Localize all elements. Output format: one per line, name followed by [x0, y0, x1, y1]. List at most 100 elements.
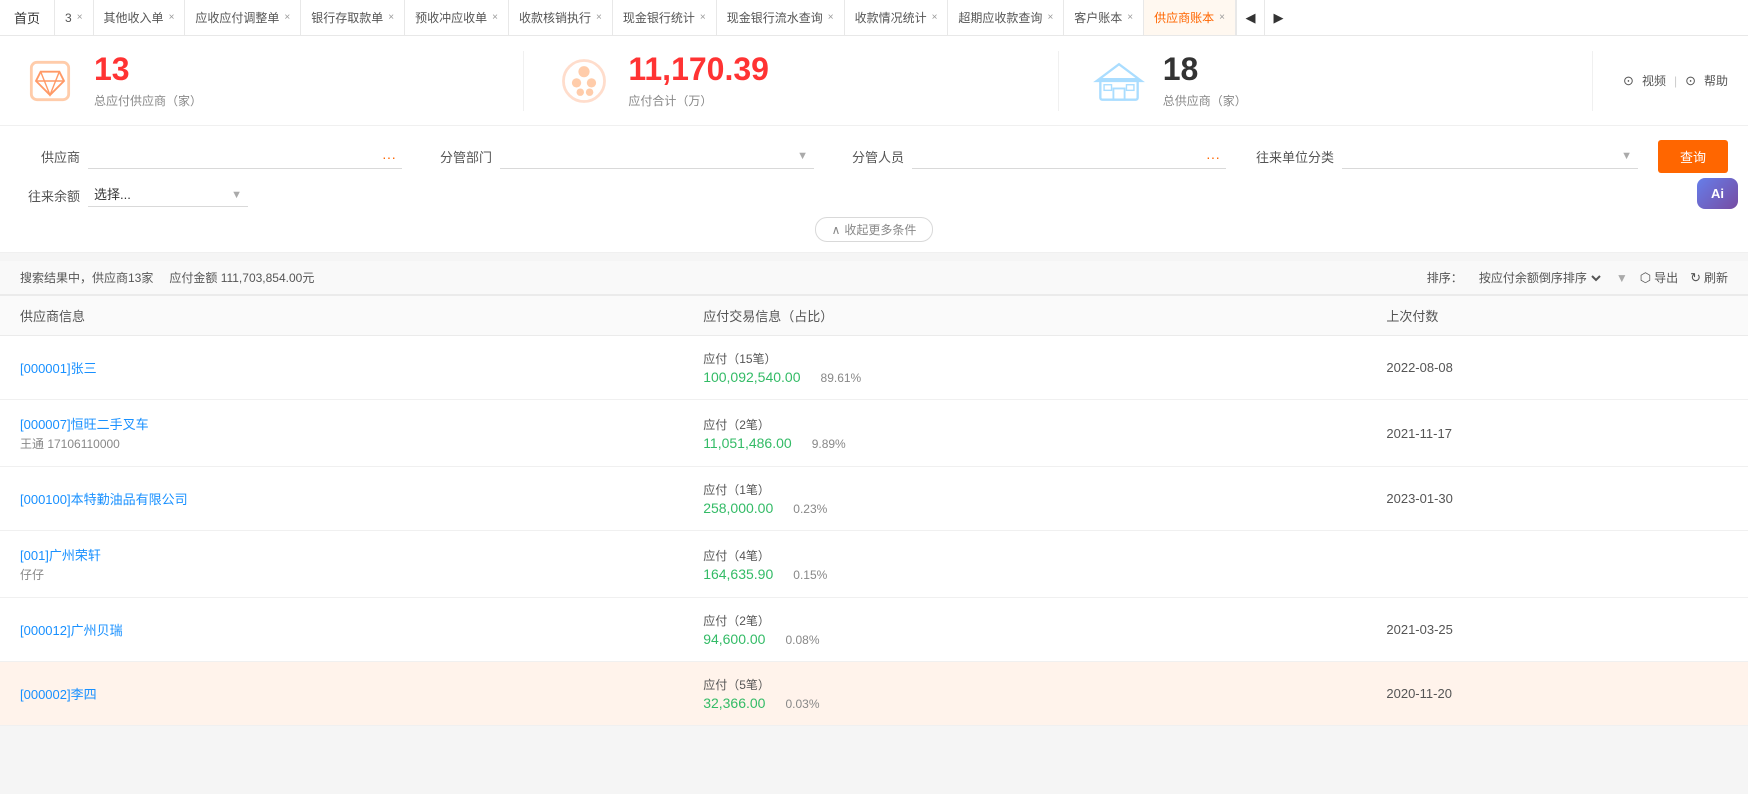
close-tab-0-icon[interactable]: × [77, 12, 83, 23]
help-link[interactable]: 帮助 [1704, 72, 1728, 89]
filter-row-2: 往来余额 选择... ▼ [20, 183, 1728, 207]
nav-tab-3[interactable]: 3 × [55, 0, 94, 35]
th-payable: 应付交易信息（占比） [703, 306, 1386, 325]
filter-row-1: 供应商 ··· 分管部门 ▼ 分管人员 [20, 140, 1728, 173]
payable-amount-0: 100,092,540.00 [703, 369, 800, 385]
supplier-link-1[interactable]: [000007]恒旺二手叉车 [20, 414, 703, 433]
category-select[interactable] [1342, 145, 1638, 168]
circle-question-icon: ⊙ [1685, 73, 1696, 89]
close-tab-6-icon[interactable]: × [700, 12, 706, 23]
payable-pct-4: 0.08% [785, 633, 819, 647]
close-tab-11-icon[interactable]: × [1219, 12, 1225, 23]
payable-count-1: 应付（2笔） [703, 416, 1386, 433]
ai-button[interactable]: Ai [1697, 178, 1738, 209]
chevron-sort-icon: ▼ [1616, 271, 1628, 285]
payable-pct-1: 9.89% [812, 437, 846, 451]
result-actions: 排序： 按应付余额倒序排序 ▼ ⬡ 导出 ↻ 刷新 [1427, 269, 1728, 286]
nav-tab-prepay[interactable]: 预收冲应收单 × [405, 0, 509, 35]
payable-count-5: 应付（5笔） [703, 676, 1386, 693]
export-icon: ⬡ [1640, 270, 1651, 286]
filter-balance: 往来余额 选择... ▼ [20, 183, 1728, 207]
supplier-sub-1: 王通 17106110000 [20, 435, 703, 452]
close-tab-10-icon[interactable]: × [1127, 12, 1133, 23]
filter-person: 分管人员 ··· [844, 145, 1226, 169]
sort-select[interactable]: 按应付余额倒序排序 [1475, 270, 1604, 286]
nav-tab-bank-deposit[interactable]: 银行存取款单 × [301, 0, 405, 35]
refresh-link[interactable]: ↻ 刷新 [1690, 269, 1728, 286]
payable-amount-3: 164,635.90 [703, 566, 773, 582]
table-row: [000001]张三 应付（15笔） 100,092,540.00 89.61%… [0, 336, 1748, 400]
diamond-icon [20, 51, 80, 111]
stat-label-payable-total: 应付合计（万） [628, 92, 769, 109]
supplier-link-4[interactable]: [000012]广州贝瑞 [20, 620, 703, 639]
collapse-bar: ∧ 收起更多条件 [20, 217, 1728, 242]
supplier-dots-icon[interactable]: ··· [382, 149, 396, 165]
nav-home[interactable]: 首页 [0, 0, 55, 35]
result-supplier-count: 搜索结果中，供应商13家 [20, 269, 153, 286]
person-dots-icon[interactable]: ··· [1206, 149, 1220, 165]
close-tab-1-icon[interactable]: × [169, 12, 175, 23]
table-row: [000100]本特勤油品有限公司 应付（1笔） 258,000.00 0.23… [0, 467, 1748, 531]
last-pay-5: 2020-11-20 [1386, 686, 1728, 701]
payable-pct-5: 0.03% [785, 697, 819, 711]
nav-tab-collection[interactable]: 收款核销执行 × [509, 0, 613, 35]
nav-next-icon[interactable]: ▶ [1264, 0, 1292, 36]
last-pay-2: 2023-01-30 [1386, 491, 1728, 506]
payable-pct-0: 89.61% [821, 371, 862, 385]
supplier-link-0[interactable]: [000001]张三 [20, 358, 703, 377]
refresh-icon: ↻ [1690, 270, 1701, 286]
stat-payable-total: 11,170.39 应付合计（万） [554, 51, 1058, 111]
filter-balance-label: 往来余额 [20, 186, 80, 205]
chevron-up-icon: ∧ [832, 223, 841, 237]
payable-amount-4: 94,600.00 [703, 631, 765, 647]
supplier-link-5[interactable]: [000002]李四 [20, 684, 703, 703]
stat-label-total-suppliers: 总供应商（家） [1163, 92, 1247, 109]
nav-tab-supplier-book[interactable]: 供应商账本 × [1144, 0, 1236, 35]
nav-tab-customer-book[interactable]: 客户账本 × [1064, 0, 1144, 35]
table-row: [000007]恒旺二手叉车 王通 17106110000 应付（2笔） 11,… [0, 400, 1748, 467]
table-row: [000012]广州贝瑞 应付（2笔） 94,600.00 0.08% 2021… [0, 598, 1748, 662]
close-tab-4-icon[interactable]: × [492, 12, 498, 23]
supplier-input[interactable] [88, 145, 402, 169]
supplier-link-2[interactable]: [000100]本特勤油品有限公司 [20, 489, 703, 508]
filter-supplier: 供应商 ··· [20, 145, 402, 169]
payable-amount-1: 11,051,486.00 [703, 435, 792, 451]
payable-count-0: 应付（15笔） [703, 350, 1386, 367]
nav-tab-cash-flow[interactable]: 现金银行流水查询 × [717, 0, 845, 35]
filter-category: 往来单位分类 ▼ [1256, 145, 1638, 169]
close-tab-5-icon[interactable]: × [596, 12, 602, 23]
stat-total-suppliers: 18 总供应商（家） [1089, 51, 1593, 111]
grain-icon [554, 51, 614, 111]
dept-select[interactable] [500, 145, 814, 168]
video-link[interactable]: 视频 [1642, 72, 1666, 89]
close-tab-8-icon[interactable]: × [932, 12, 938, 23]
payable-pct-2: 0.23% [793, 502, 827, 516]
nav-tab-collection-stat[interactable]: 收款情况统计 × [845, 0, 949, 35]
nav-tab-cash-stat[interactable]: 现金银行统计 × [613, 0, 717, 35]
payable-count-4: 应付（2笔） [703, 612, 1386, 629]
nav-prev-icon[interactable]: ◀ [1236, 0, 1264, 36]
main-table: 供应商信息 应付交易信息（占比） 上次付数 [000001]张三 应付（15笔）… [0, 295, 1748, 726]
collapse-button[interactable]: ∧ 收起更多条件 [815, 217, 934, 242]
close-tab-2-icon[interactable]: × [284, 12, 290, 23]
result-info: 搜索结果中，供应商13家 应付金额 111,703,854.00元 [20, 269, 314, 286]
search-button[interactable]: 查询 [1658, 140, 1728, 173]
table-row: [001]广州荣轩 仔仔 应付（4笔） 164,635.90 0.15% [0, 531, 1748, 598]
balance-select[interactable]: 选择... [88, 183, 248, 206]
close-tab-9-icon[interactable]: × [1047, 12, 1053, 23]
nav-tab-adjustment[interactable]: 应收应付调整单 × [185, 0, 301, 35]
th-supplier: 供应商信息 [20, 306, 703, 325]
nav-tab-overdue[interactable]: 超期应收款查询 × [948, 0, 1064, 35]
result-bar: 搜索结果中，供应商13家 应付金额 111,703,854.00元 排序： 按应… [0, 261, 1748, 295]
sort-label: 排序： [1427, 269, 1463, 286]
supplier-link-3[interactable]: [001]广州荣轩 [20, 545, 703, 564]
help-links: ⊙ 视频 | ⊙ 帮助 [1623, 72, 1728, 89]
stat-value-payable-total: 11,170.39 [628, 52, 769, 87]
close-tab-7-icon[interactable]: × [828, 12, 834, 23]
nav-tab-other-income[interactable]: 其他收入单 × [94, 0, 186, 35]
stat-value-total-suppliers: 18 [1163, 52, 1247, 87]
payable-pct-3: 0.15% [793, 568, 827, 582]
person-input[interactable] [912, 145, 1226, 169]
export-link[interactable]: ⬡ 导出 [1640, 269, 1678, 286]
close-tab-3-icon[interactable]: × [388, 12, 394, 23]
